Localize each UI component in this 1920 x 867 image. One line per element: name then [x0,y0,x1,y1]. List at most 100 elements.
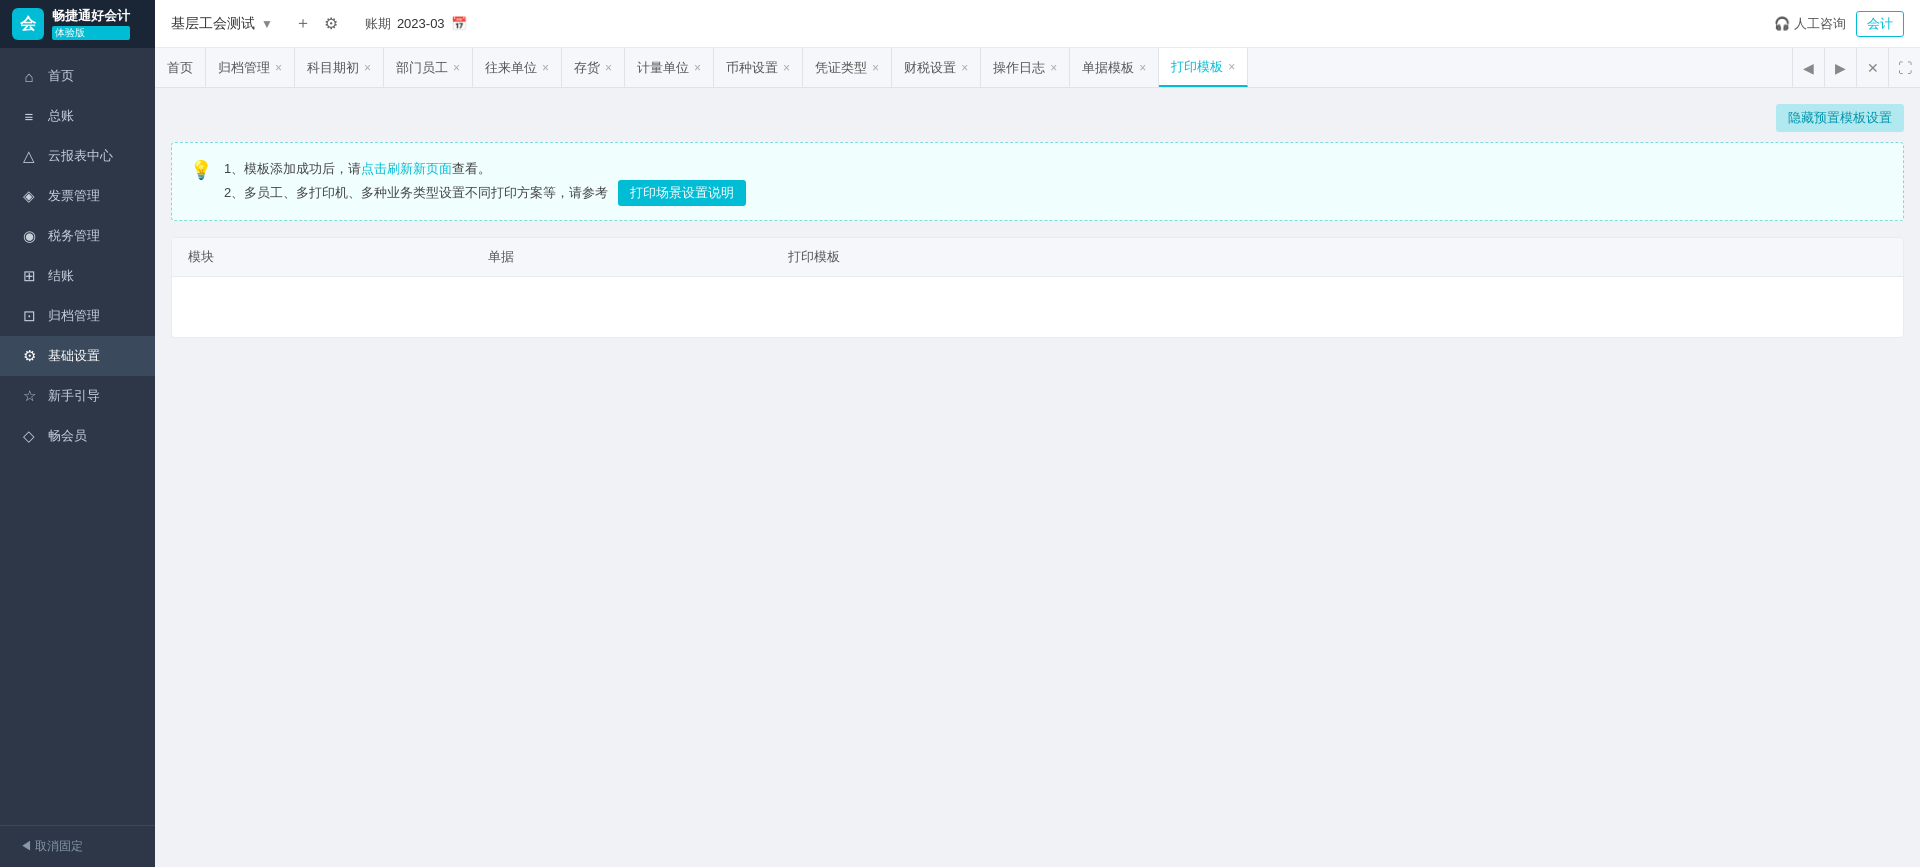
tab-print_template[interactable]: 打印模板× [1159,48,1248,87]
topbar-actions: ＋ ⚙ [289,10,345,38]
tab-label: 归档管理 [218,59,270,77]
tab-subject_init[interactable]: 科目期初 × [295,48,384,87]
content-area: 隐藏预置模板设置 💡 1、模板添加成功后，请点击刷新新页面查看。 2、多员工、多… [155,88,1920,867]
support-button[interactable]: 🎧 人工咨询 [1774,15,1846,33]
calendar-icon[interactable]: 📅 [451,16,467,31]
period-value: 2023-03 [397,16,445,31]
sidebar-item-label: 新手引导 [48,387,100,405]
sidebar-footer[interactable]: ◀ 取消固定 [0,825,155,867]
settle-icon: ⊞ [20,267,38,285]
sidebar-item-reports[interactable]: △ 云报表中心 [0,136,155,176]
data-table: 模块 单据 打印模板 [171,237,1904,338]
tab-operation_log[interactable]: 操作日志 × [981,48,1070,87]
logo-text: 畅捷通好会计 体验版 [52,8,130,40]
sidebar-nav: ⌂ 首页 ≡ 总账 △ 云报表中心 ◈ 发票管理 ◉ 税务管理 ⊞ 结账 ⊡ 归… [0,48,155,825]
tabbar: 首页归档管理×科目期初×部门员工×往来单位×存货×计量单位×币种设置×凭证类型×… [155,48,1920,88]
sidebar-item-home[interactable]: ⌂ 首页 [0,56,155,96]
refresh-link[interactable]: 点击刷新新页面 [361,161,452,176]
sidebar-item-label: 云报表中心 [48,147,113,165]
member-icon: ◇ [20,427,38,445]
tab-tax_settings[interactable]: 财税设置 × [892,48,981,87]
tab-close-icon[interactable]: × [694,62,701,74]
notice-line1-suffix: 查看。 [452,161,491,176]
tab-label: 计量单位 [637,59,689,77]
tab-bill_template[interactable]: 单据模板 × [1070,48,1159,87]
sidebar-item-archive[interactable]: ⊡ 归档管理 [0,296,155,336]
sidebar-item-ledger[interactable]: ≡ 总账 [0,96,155,136]
close-tab-button[interactable]: ✕ [1856,48,1888,88]
tab-currency[interactable]: 币种设置 × [714,48,803,87]
sidebar-item-invoice[interactable]: ◈ 发票管理 [0,176,155,216]
print-scene-button[interactable]: 打印场景设置说明 [618,180,746,206]
tab-next-button[interactable]: ▶ [1824,48,1856,88]
tab-unit[interactable]: 计量单位 × [625,48,714,87]
tab-label: 币种设置 [726,59,778,77]
company-name: 基层工会测试 [171,15,255,33]
home-icon: ⌂ [20,67,38,85]
headphone-icon: 🎧 [1774,16,1790,31]
tab-supplier[interactable]: 往来单位 × [473,48,562,87]
hide-preview-button[interactable]: 隐藏预置模板设置 [1776,104,1904,132]
sidebar-item-member[interactable]: ◇ 畅会员 [0,416,155,456]
tax-icon: ◉ [20,227,38,245]
tab-inventory[interactable]: 存货× [562,48,625,87]
logo-subtitle: 体验版 [52,26,130,40]
add-tab-button[interactable]: ＋ [289,10,317,38]
account-button[interactable]: 会计 [1856,11,1904,37]
sidebar-item-settings[interactable]: ⚙ 基础设置 [0,336,155,376]
sidebar-item-tax[interactable]: ◉ 税务管理 [0,216,155,256]
tab-label: 往来单位 [485,59,537,77]
tab-close-icon[interactable]: × [783,62,790,74]
tab-home[interactable]: 首页 [155,48,206,87]
tab-close-icon[interactable]: × [1139,62,1146,74]
maximize-button[interactable]: ⛶ [1888,48,1920,88]
tab-close-icon[interactable]: × [364,62,371,74]
guide-icon: ☆ [20,387,38,405]
tab-label: 科目期初 [307,59,359,77]
company-selector[interactable]: 基层工会测试 ▼ [171,15,273,33]
tab-close-icon[interactable]: × [1050,62,1057,74]
sidebar: 会 畅捷通好会计 体验版 ⌂ 首页 ≡ 总账 △ 云报表中心 ◈ 发票管理 ◉ … [0,0,155,867]
ledger-icon: ≡ [20,107,38,125]
archive-icon: ⊡ [20,307,38,325]
sidebar-item-settle[interactable]: ⊞ 结账 [0,256,155,296]
topbar-right: 🎧 人工咨询 会计 [1774,11,1904,37]
tab-label: 部门员工 [396,59,448,77]
tab-close-icon[interactable]: × [453,62,460,74]
logo-icon: 会 [12,8,44,40]
period-info: 账期 2023-03 📅 [365,15,467,33]
tab-close-icon[interactable]: × [1228,61,1235,73]
tab-close-icon[interactable]: × [872,62,879,74]
tab-dept_employee[interactable]: 部门员工 × [384,48,473,87]
sidebar-item-label: 畅会员 [48,427,87,445]
settings-icon[interactable]: ⚙ [317,10,345,38]
col-bill-header: 单据 [472,238,772,276]
tab-voucher_type[interactable]: 凭证类型× [803,48,892,87]
invoice-icon: ◈ [20,187,38,205]
bulb-icon: 💡 [190,159,212,181]
tab-actions: ◀ ▶ ✕ ⛶ [1792,48,1920,87]
sidebar-item-label: 基础设置 [48,347,100,365]
tab-close-icon[interactable]: × [275,62,282,74]
sidebar-item-label: 发票管理 [48,187,100,205]
notice-line1-prefix: 1、模板添加成功后，请 [224,161,361,176]
tab-label: 首页 [167,59,193,77]
hide-preview-section: 隐藏预置模板设置 [171,104,1904,132]
sidebar-item-guide[interactable]: ☆ 新手引导 [0,376,155,416]
notice-line2: 2、多员工、多打印机、多种业务类型设置不同打印方案等，请参考 打印场景设置说明 [224,180,746,206]
unpin-label: ◀ 取消固定 [20,838,83,855]
table-body [172,277,1903,337]
notice-box: 💡 1、模板添加成功后，请点击刷新新页面查看。 2、多员工、多打印机、多种业务类… [171,142,1904,221]
tab-close-icon[interactable]: × [605,62,612,74]
main-area: 基层工会测试 ▼ ＋ ⚙ 账期 2023-03 📅 🎧 人工咨询 会计 首页归档… [155,0,1920,867]
tab-archive_mgmt[interactable]: 归档管理 × [206,48,295,87]
reports-icon: △ [20,147,38,165]
sidebar-item-label: 归档管理 [48,307,100,325]
tab-close-icon[interactable]: × [961,62,968,74]
support-label: 人工咨询 [1794,15,1846,33]
tab-label: 操作日志 [993,59,1045,77]
tab-close-icon[interactable]: × [542,62,549,74]
tab-prev-button[interactable]: ◀ [1792,48,1824,88]
tab-label: 财税设置 [904,59,956,77]
tab-label: 单据模板 [1082,59,1134,77]
